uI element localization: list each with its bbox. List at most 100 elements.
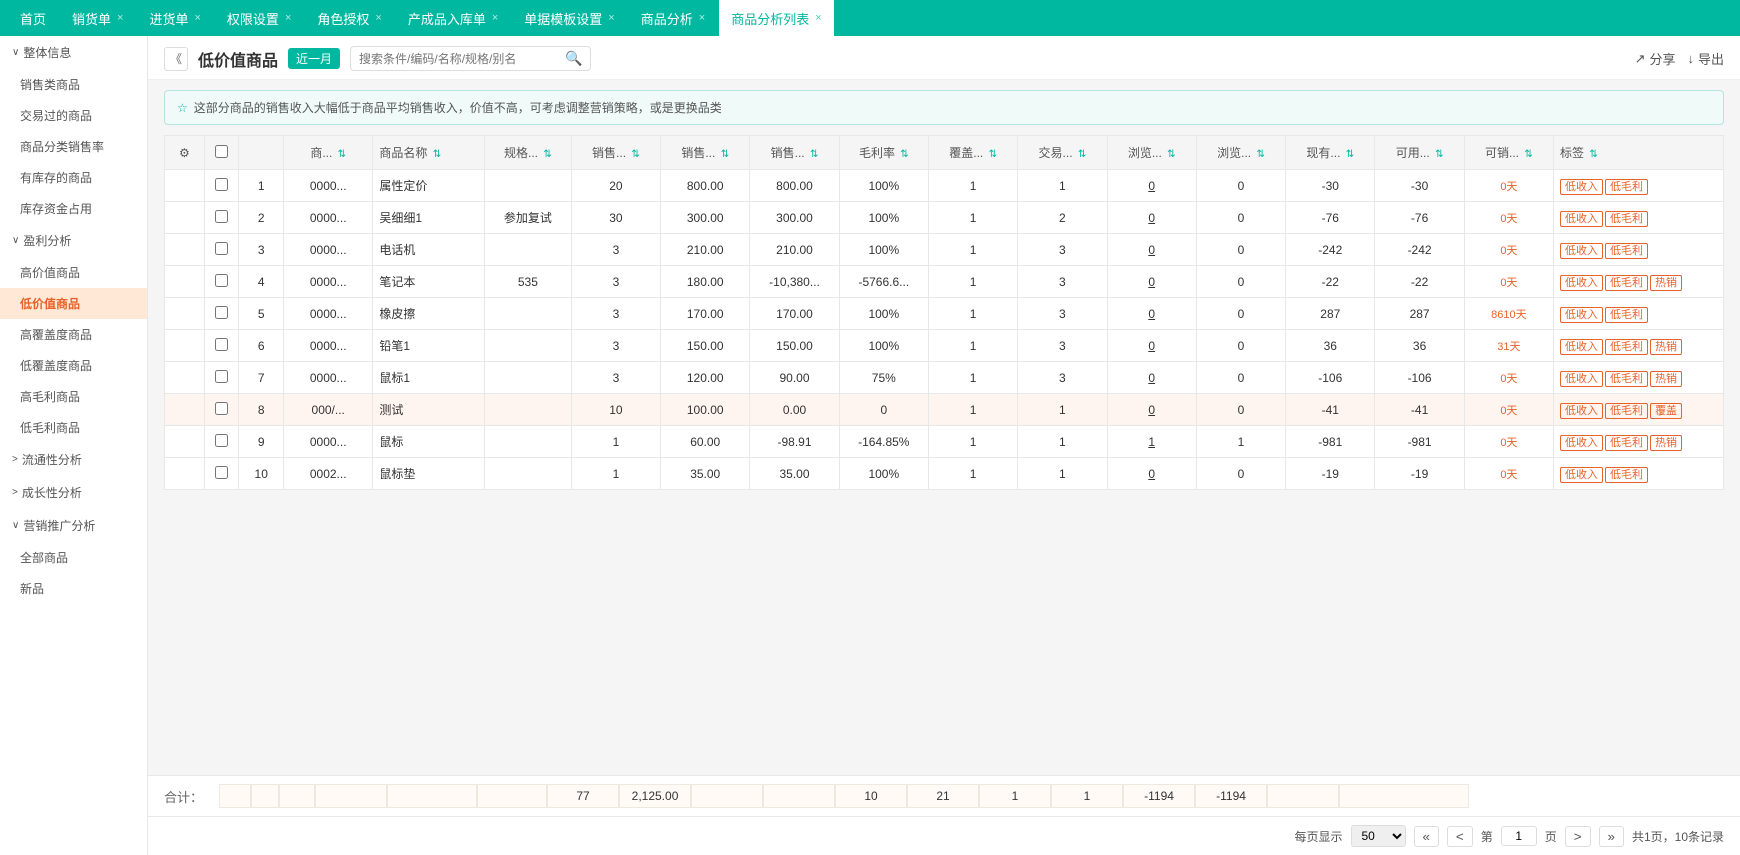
last-page-btn[interactable]: » xyxy=(1599,826,1624,847)
row-checkbox[interactable] xyxy=(204,330,239,362)
col-tag[interactable]: 标签 ⇅ xyxy=(1554,136,1724,170)
sidebar-item-new-goods[interactable]: 新品 xyxy=(0,573,147,604)
nav-role[interactable]: 角色授权 × xyxy=(305,0,393,36)
row-browse1[interactable]: 1 xyxy=(1107,426,1196,458)
col-sale-qty[interactable]: 销售... ⇅ xyxy=(571,136,660,170)
browse-link[interactable]: 0 xyxy=(1148,339,1155,353)
row-checkbox[interactable] xyxy=(204,266,239,298)
row-check[interactable] xyxy=(215,466,228,479)
col-sale-price[interactable]: 销售... ⇅ xyxy=(750,136,839,170)
row-settings[interactable] xyxy=(165,298,205,330)
nav-purchase[interactable]: 进货单 × xyxy=(137,0,212,36)
col-coverage[interactable]: 覆盖... ⇅ xyxy=(928,136,1017,170)
sidebar-group-marketing[interactable]: ∨ 营销推广分析 xyxy=(0,509,147,542)
nav-template[interactable]: 单据模板设置 × xyxy=(512,0,626,36)
row-settings[interactable] xyxy=(165,458,205,490)
sidebar-group-overall[interactable]: ∨ 整体信息 xyxy=(0,36,147,69)
row-browse1[interactable]: 0 xyxy=(1107,458,1196,490)
sidebar-group-growth[interactable]: > 成长性分析 xyxy=(0,476,147,509)
row-checkbox[interactable] xyxy=(204,202,239,234)
nav-sales-close[interactable]: × xyxy=(117,12,123,24)
row-check[interactable] xyxy=(215,338,228,351)
col-browse2[interactable]: 浏览... ⇅ xyxy=(1196,136,1285,170)
browse-link[interactable]: 1 xyxy=(1148,435,1155,449)
row-settings[interactable] xyxy=(165,330,205,362)
row-browse1[interactable]: 0 xyxy=(1107,298,1196,330)
browse-link[interactable]: 0 xyxy=(1148,179,1155,193)
row-settings[interactable] xyxy=(165,170,205,202)
row-settings[interactable] xyxy=(165,362,205,394)
next-page-btn[interactable]: > xyxy=(1565,826,1591,847)
nav-permission[interactable]: 权限设置 × xyxy=(215,0,303,36)
sidebar-item-high-value[interactable]: 高价值商品 xyxy=(0,257,147,288)
sidebar-item-low-value[interactable]: 低价值商品 xyxy=(0,288,147,319)
col-sale-amt[interactable]: 销售... ⇅ xyxy=(661,136,750,170)
row-checkbox[interactable] xyxy=(204,426,239,458)
browse-link[interactable]: 0 xyxy=(1148,211,1155,225)
nav-purchase-close[interactable]: × xyxy=(194,12,200,24)
col-checkbox[interactable] xyxy=(204,136,239,170)
row-checkbox[interactable] xyxy=(204,170,239,202)
sidebar-item-stock-capital[interactable]: 库存资金占用 xyxy=(0,193,147,224)
row-browse1[interactable]: 0 xyxy=(1107,170,1196,202)
nav-home[interactable]: 首页 xyxy=(8,0,58,36)
row-check[interactable] xyxy=(215,306,228,319)
row-checkbox[interactable] xyxy=(204,298,239,330)
col-spec[interactable]: 规格... ⇅ xyxy=(484,136,571,170)
row-settings[interactable] xyxy=(165,426,205,458)
col-available[interactable]: 可用... ⇅ xyxy=(1375,136,1464,170)
sidebar-item-stock-goods[interactable]: 有库存的商品 xyxy=(0,162,147,193)
col-code[interactable]: 商... ⇅ xyxy=(284,136,373,170)
search-icon[interactable]: 🔍 xyxy=(565,50,582,67)
nav-product[interactable]: 产成品入库单 × xyxy=(396,0,510,36)
sidebar-item-category-sales[interactable]: 商品分类销售率 xyxy=(0,131,147,162)
col-margin[interactable]: 毛利率 ⇅ xyxy=(839,136,928,170)
select-all-checkbox[interactable] xyxy=(215,145,228,158)
sidebar-item-low-margin[interactable]: 低毛利商品 xyxy=(0,412,147,443)
row-check[interactable] xyxy=(215,370,228,383)
sidebar-item-all-goods[interactable]: 全部商品 xyxy=(0,542,147,573)
share-button[interactable]: ↗ 分享 xyxy=(1635,49,1676,68)
nav-goods-analysis-close[interactable]: × xyxy=(699,12,705,24)
row-settings[interactable] xyxy=(165,266,205,298)
row-check[interactable] xyxy=(215,178,228,191)
col-browse1[interactable]: 浏览... ⇅ xyxy=(1107,136,1196,170)
collapse-sidebar-btn[interactable]: 《 xyxy=(164,47,188,71)
nav-role-close[interactable]: × xyxy=(375,12,381,24)
nav-product-close[interactable]: × xyxy=(492,12,498,24)
export-button[interactable]: ↓ 导出 xyxy=(1687,49,1724,68)
nav-goods-list[interactable]: 商品分析列表 × xyxy=(719,0,833,36)
col-name[interactable]: 商品名称 ⇅ xyxy=(373,136,485,170)
row-browse1[interactable]: 0 xyxy=(1107,266,1196,298)
row-settings[interactable] xyxy=(165,394,205,426)
sidebar-group-flow[interactable]: > 流通性分析 xyxy=(0,443,147,476)
browse-link[interactable]: 0 xyxy=(1148,307,1155,321)
col-trade[interactable]: 交易... ⇅ xyxy=(1018,136,1107,170)
row-settings[interactable] xyxy=(165,234,205,266)
row-checkbox[interactable] xyxy=(204,394,239,426)
browse-link[interactable]: 0 xyxy=(1148,403,1155,417)
col-sellable[interactable]: 可销... ⇅ xyxy=(1464,136,1553,170)
browse-link[interactable]: 0 xyxy=(1148,371,1155,385)
nav-sales[interactable]: 销货单 × xyxy=(60,0,135,36)
browse-link[interactable]: 0 xyxy=(1148,467,1155,481)
sidebar-item-high-margin[interactable]: 高毛利商品 xyxy=(0,381,147,412)
row-browse1[interactable]: 0 xyxy=(1107,330,1196,362)
sidebar-item-traded-goods[interactable]: 交易过的商品 xyxy=(0,100,147,131)
time-badge[interactable]: 近一月 xyxy=(288,48,340,69)
prev-page-btn[interactable]: < xyxy=(1447,826,1473,847)
row-checkbox[interactable] xyxy=(204,458,239,490)
browse-link[interactable]: 0 xyxy=(1148,275,1155,289)
nav-template-close[interactable]: × xyxy=(608,12,614,24)
sidebar-item-low-coverage[interactable]: 低覆盖度商品 xyxy=(0,350,147,381)
row-browse1[interactable]: 0 xyxy=(1107,234,1196,266)
sidebar-item-high-coverage[interactable]: 高覆盖度商品 xyxy=(0,319,147,350)
nav-permission-close[interactable]: × xyxy=(285,12,291,24)
row-checkbox[interactable] xyxy=(204,234,239,266)
sidebar-item-sales-goods[interactable]: 销售类商品 xyxy=(0,69,147,100)
row-checkbox[interactable] xyxy=(204,362,239,394)
col-settings[interactable]: ⚙ xyxy=(165,136,205,170)
sidebar-group-profit[interactable]: ∨ 盈利分析 xyxy=(0,224,147,257)
row-settings[interactable] xyxy=(165,202,205,234)
per-page-select[interactable]: 50 100 200 xyxy=(1351,825,1406,847)
